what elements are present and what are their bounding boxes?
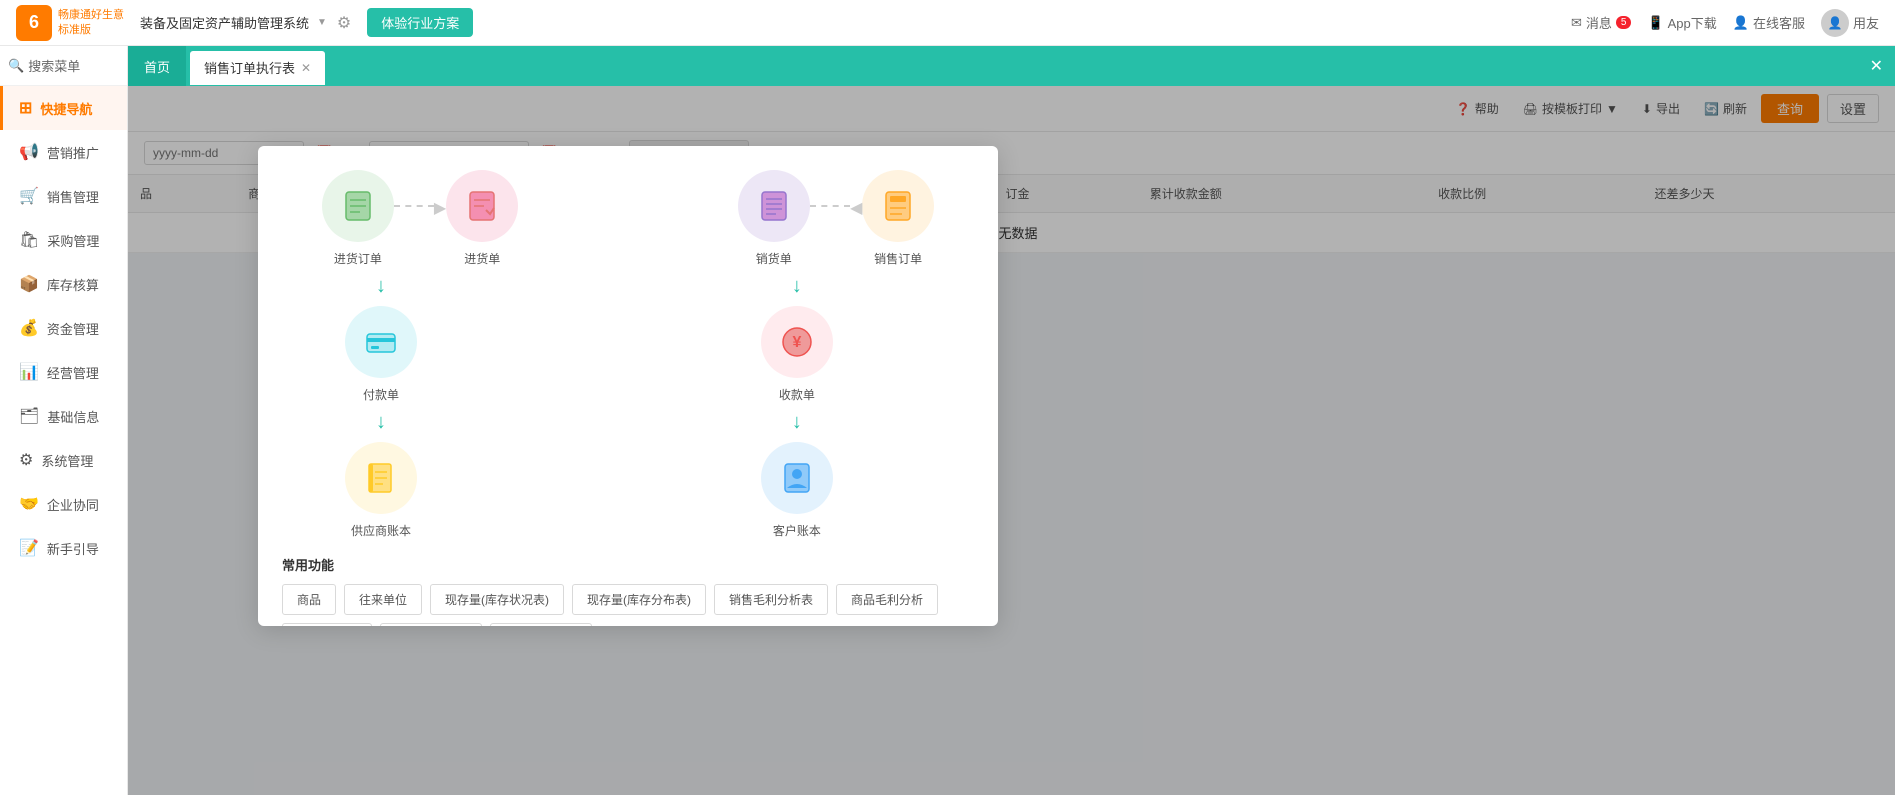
flow-customer-ledger[interactable]: 客户账本 bbox=[761, 442, 833, 539]
message-badge: 5 bbox=[1616, 16, 1632, 29]
tab-sales-order[interactable]: 销售订单执行表 ✕ bbox=[190, 51, 325, 85]
content-area: 首页 销售订单执行表 ✕ ✕ ❓ 帮助 � bbox=[128, 46, 1895, 795]
sidebar-item-quick-nav[interactable]: ⊞ 快捷导航 bbox=[0, 86, 127, 130]
flow-sales-order[interactable]: 销售订单 bbox=[862, 170, 934, 267]
down-arrow-payment: ↓ bbox=[376, 411, 386, 434]
arrow-left-icon: ▶ bbox=[850, 198, 862, 218]
sidebar-item-purchase[interactable]: 🛍 采购管理 bbox=[0, 218, 127, 262]
func-product-profit[interactable]: 商品毛利分析 bbox=[836, 584, 938, 615]
sidebar-item-sales[interactable]: 🛒 销售管理 bbox=[0, 174, 127, 218]
tab-bar-close-icon[interactable]: ✕ bbox=[1858, 56, 1895, 76]
sidebar-item-guide[interactable]: 📝 新手引导 bbox=[0, 526, 127, 570]
supplier-ledger-label: 供应商账本 bbox=[351, 522, 411, 539]
sales-order-label: 销售订单 bbox=[874, 250, 922, 267]
down-arrow-receipt: ↓ bbox=[792, 411, 802, 434]
user-menu[interactable]: 👤 用友 bbox=[1821, 9, 1879, 37]
user-avatar: 👤 bbox=[1821, 9, 1849, 37]
sales-bill-icon bbox=[738, 170, 810, 242]
func-stock-dist[interactable]: 现存量(库存分布表) bbox=[572, 584, 706, 615]
modal-overlay[interactable]: 进货订单 ▶ 进货单 bbox=[128, 86, 1895, 795]
func-sales-profit[interactable]: 销售毛利分析表 bbox=[714, 584, 828, 615]
sales-order-icon bbox=[862, 170, 934, 242]
guide-icon: 📝 bbox=[19, 538, 39, 558]
func-row-2: 销售排行榜 收款情况统计 付款情况统计 bbox=[282, 623, 974, 626]
biz-icon: 📊 bbox=[19, 362, 39, 382]
modal-box: 进货订单 ▶ 进货单 bbox=[258, 146, 998, 626]
payment-bill-label: 付款单 bbox=[363, 386, 399, 403]
payment-bill-icon bbox=[345, 306, 417, 378]
func-payment-stats[interactable]: 付款情况统计 bbox=[490, 623, 592, 626]
system-arrow[interactable]: ▼ bbox=[317, 17, 327, 28]
purchase-order-label: 进货订单 bbox=[334, 250, 382, 267]
sidebar-item-finance[interactable]: 💰 资金管理 bbox=[0, 306, 127, 350]
finance-icon: 💰 bbox=[19, 318, 39, 338]
top-bar-right: ✉ 消息 5 📱 App下载 👤 在线客服 👤 用友 bbox=[1571, 9, 1879, 37]
base-icon: 🗂 bbox=[19, 406, 39, 426]
purchase-bill-icon bbox=[446, 170, 518, 242]
purchase-icon: 🛍 bbox=[19, 230, 39, 250]
common-functions-title: 常用功能 bbox=[282, 555, 974, 574]
flow-purchase-bill[interactable]: 进货单 bbox=[446, 170, 518, 267]
customer-ledger-label: 客户账本 bbox=[773, 522, 821, 539]
arrow-purchase-to-bill bbox=[394, 205, 434, 207]
common-functions: 常用功能 商品 往来单位 现存量(库存状况表) 现存量(库存分布表) 销售毛利分… bbox=[282, 555, 974, 626]
sidebar-item-collab[interactable]: 🤝 企业协同 bbox=[0, 482, 127, 526]
receipt-bill-label: 收款单 bbox=[779, 386, 815, 403]
func-row-1: 商品 往来单位 现存量(库存状况表) 现存量(库存分布表) 销售毛利分析表 商品… bbox=[282, 584, 974, 615]
arrow-sales-dashed bbox=[810, 205, 850, 207]
flow-purchase-order[interactable]: 进货订单 bbox=[322, 170, 394, 267]
receipt-bill-icon: ¥ bbox=[761, 306, 833, 378]
tab-close-icon[interactable]: ✕ bbox=[301, 61, 311, 75]
top-bar: 6 畅康通好生意 标准版 装备及固定资产辅助管理系统 ▼ ⚙ 体验行业方案 ✉ … bbox=[0, 0, 1895, 46]
sidebar: 🔍 搜索菜单 ⊞ 快捷导航 📢 营销推广 🛒 销售管理 🛍 采购管理 📦 bbox=[0, 46, 128, 795]
supplier-ledger-icon bbox=[345, 442, 417, 514]
online-service-button[interactable]: 👤 在线客服 bbox=[1733, 13, 1805, 32]
app-download-button[interactable]: 📱 App下载 bbox=[1647, 13, 1716, 32]
sales-icon: 🛒 bbox=[19, 186, 39, 206]
settings-icon[interactable]: ⚙ bbox=[337, 13, 351, 33]
app-container: 6 畅康通好生意 标准版 装备及固定资产辅助管理系统 ▼ ⚙ 体验行业方案 ✉ … bbox=[0, 0, 1895, 795]
flow-receipt-bill[interactable]: ¥ 收款单 bbox=[761, 306, 833, 403]
purchase-bill-label: 进货单 bbox=[464, 250, 500, 267]
func-product[interactable]: 商品 bbox=[282, 584, 336, 615]
quick-nav-icon: ⊞ bbox=[19, 98, 32, 118]
sidebar-item-sys[interactable]: ⚙ 系统管理 bbox=[0, 438, 127, 482]
sidebar-item-biz[interactable]: 📊 经营管理 bbox=[0, 350, 127, 394]
trial-button[interactable]: 体验行业方案 bbox=[367, 8, 473, 37]
flow-sales-bill[interactable]: 销货单 bbox=[738, 170, 810, 267]
logo: 6 畅康通好生意 标准版 bbox=[16, 5, 124, 41]
sidebar-search[interactable]: 🔍 搜索菜单 bbox=[0, 46, 127, 86]
func-partner[interactable]: 往来单位 bbox=[344, 584, 422, 615]
sidebar-item-base[interactable]: 🗂 基础信息 bbox=[0, 394, 127, 438]
func-receipt-stats[interactable]: 收款情况统计 bbox=[380, 623, 482, 626]
collab-icon: 🤝 bbox=[19, 494, 39, 514]
flow-supplier-ledger[interactable]: 供应商账本 bbox=[345, 442, 417, 539]
svg-text:¥: ¥ bbox=[792, 334, 801, 351]
stock-icon: 📦 bbox=[19, 274, 39, 294]
system-name: 装备及固定资产辅助管理系统 bbox=[140, 13, 309, 32]
main-area: 🔍 搜索菜单 ⊞ 快捷导航 📢 营销推广 🛒 销售管理 🛍 采购管理 📦 bbox=[0, 46, 1895, 795]
logo-icon: 6 bbox=[16, 5, 52, 41]
marketing-icon: 📢 bbox=[19, 142, 39, 162]
tab-bar: 首页 销售订单执行表 ✕ ✕ bbox=[128, 46, 1895, 86]
func-stock-status[interactable]: 现存量(库存状况表) bbox=[430, 584, 564, 615]
purchase-order-icon bbox=[322, 170, 394, 242]
system-info: 装备及固定资产辅助管理系统 ▼ bbox=[140, 13, 327, 32]
down-arrow-sales-bill: ↓ bbox=[792, 275, 802, 298]
tab-home[interactable]: 首页 bbox=[128, 46, 186, 86]
message-button[interactable]: ✉ 消息 5 bbox=[1571, 13, 1631, 32]
logo-text: 畅康通好生意 标准版 bbox=[58, 8, 124, 37]
sidebar-item-stock[interactable]: 📦 库存核算 bbox=[0, 262, 127, 306]
sys-icon: ⚙ bbox=[19, 450, 33, 470]
page-content: ❓ 帮助 🖨 按模板打印 ▼ ⬇ 导出 🔄 bbox=[128, 86, 1895, 795]
customer-ledger-icon bbox=[761, 442, 833, 514]
arrow-right-icon: ▶ bbox=[434, 198, 446, 218]
func-sales-rank[interactable]: 销售排行榜 bbox=[282, 623, 372, 626]
down-arrow-purchase: ↓ bbox=[376, 275, 386, 298]
flow-payment-bill[interactable]: 付款单 bbox=[345, 306, 417, 403]
sidebar-item-marketing[interactable]: 📢 营销推广 bbox=[0, 130, 127, 174]
sales-bill-label: 销货单 bbox=[756, 250, 792, 267]
